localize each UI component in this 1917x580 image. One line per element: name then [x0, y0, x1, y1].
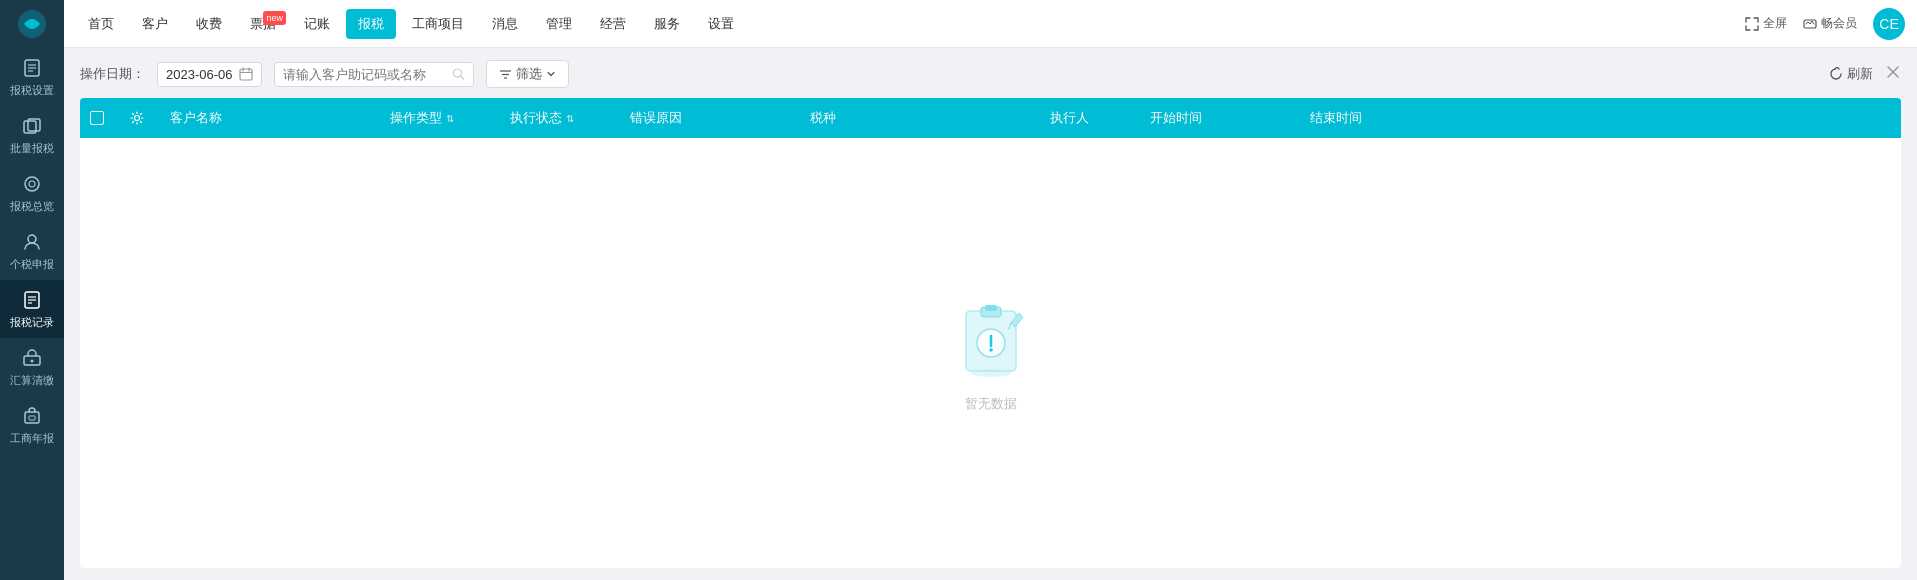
sidebar-logo — [0, 0, 64, 48]
sidebar: 报税设置 批量报税 报税总览 个税申报 — [0, 0, 64, 580]
th-tax-type: 税种 — [800, 109, 1040, 127]
select-all-checkbox[interactable] — [90, 111, 104, 125]
nav-customer[interactable]: 客户 — [130, 9, 180, 39]
sidebar-item-baoshui-shezhi[interactable]: 报税设置 — [0, 48, 64, 106]
huisuan-jiaona-icon — [20, 346, 44, 370]
svg-line-24 — [460, 76, 463, 79]
data-table: 客户名称 操作类型 ⇅ 执行状态 ⇅ 错误原因 税种 执行人 — [80, 98, 1901, 568]
date-label: 操作日期： — [80, 65, 145, 83]
chevron-down-icon — [546, 69, 556, 79]
sidebar-item-huisuan-jiaona[interactable]: 汇算清缴 — [0, 338, 64, 396]
sidebar-item-label: 汇算清缴 — [10, 373, 54, 388]
sidebar-item-geshui-shenbao[interactable]: 个税申报 — [0, 222, 64, 280]
nav-shezhi[interactable]: 设置 — [696, 9, 746, 39]
calendar-icon — [239, 67, 253, 81]
refresh-label: 刷新 — [1847, 65, 1873, 83]
sidebar-item-piliang-baoshui[interactable]: 批量报税 — [0, 106, 64, 164]
search-icon — [452, 67, 465, 81]
th-settings[interactable] — [120, 111, 160, 125]
th-operation-type[interactable]: 操作类型 ⇅ — [380, 109, 500, 127]
th-customer-name: 客户名称 — [160, 109, 380, 127]
sidebar-item-label: 批量报税 — [10, 141, 54, 156]
sidebar-item-label: 个税申报 — [10, 257, 54, 272]
nav-jingying[interactable]: 经营 — [588, 9, 638, 39]
fullscreen-icon — [1745, 17, 1759, 31]
nav-baoshui[interactable]: 报税 — [346, 9, 396, 39]
sort-icon: ⇅ — [566, 113, 574, 124]
topnav-right: 全屏 畅会员 CE — [1745, 8, 1905, 40]
th-error-reason: 错误原因 — [620, 109, 800, 127]
nav-home[interactable]: 首页 — [76, 9, 126, 39]
close-icon — [1885, 64, 1901, 80]
toolbar: 操作日期： 2023-06-06 — [80, 60, 1901, 88]
baoshui-jilu-icon — [20, 288, 44, 312]
th-checkbox[interactable] — [80, 111, 120, 125]
vip-icon — [1803, 17, 1817, 31]
svg-point-38 — [971, 369, 1011, 377]
sidebar-item-label: 报税总览 — [10, 199, 54, 214]
table-header: 客户名称 操作类型 ⇅ 执行状态 ⇅ 错误原因 税种 执行人 — [80, 98, 1901, 138]
empty-state: 暂无数据 — [951, 293, 1031, 413]
new-badge: new — [263, 11, 286, 25]
nav-shoufei[interactable]: 收费 — [184, 9, 234, 39]
sidebar-item-gongshang-nianbao[interactable]: 工商年报 — [0, 396, 64, 454]
nav-xiaoxi[interactable]: 消息 — [480, 9, 530, 39]
svg-point-36 — [989, 348, 993, 352]
table-body: 暂无数据 — [80, 138, 1901, 568]
sidebar-item-label: 工商年报 — [10, 431, 54, 446]
refresh-icon — [1829, 67, 1843, 81]
sidebar-item-label: 报税设置 — [10, 83, 54, 98]
search-input[interactable] — [283, 67, 448, 82]
svg-point-9 — [28, 235, 36, 243]
nav-piaoju[interactable]: 票据 new — [238, 9, 288, 39]
toolbar-right: 刷新 — [1829, 64, 1901, 84]
svg-point-15 — [31, 360, 34, 363]
th-executor: 执行人 — [1040, 109, 1140, 127]
nav-guanli[interactable]: 管理 — [534, 9, 584, 39]
search-box[interactable] — [274, 62, 474, 87]
piliang-baoshui-icon — [20, 114, 44, 138]
th-start-time: 开始时间 — [1140, 109, 1300, 127]
nav-items: 首页 客户 收费 票据 new 记账 报税 工商项目 消息 — [76, 9, 1745, 39]
avatar[interactable]: CE — [1873, 8, 1905, 40]
svg-point-7 — [25, 177, 39, 191]
date-picker[interactable]: 2023-06-06 — [157, 62, 262, 87]
svg-rect-33 — [985, 305, 997, 311]
baoshui-shezhi-icon — [20, 56, 44, 80]
sidebar-item-baoshui-jilu[interactable]: 报税记录 — [0, 280, 64, 338]
page-content: 操作日期： 2023-06-06 — [64, 48, 1917, 580]
refresh-button[interactable]: 刷新 — [1829, 65, 1873, 83]
svg-rect-17 — [29, 416, 35, 420]
filter-label: 筛选 — [516, 65, 542, 83]
vip-button[interactable]: 畅会员 — [1803, 15, 1857, 32]
sidebar-item-baoshui-zonlan[interactable]: 报税总览 — [0, 164, 64, 222]
nav-gongshang[interactable]: 工商项目 — [400, 9, 476, 39]
geshui-shenbao-icon — [20, 230, 44, 254]
svg-rect-16 — [25, 412, 39, 423]
fullscreen-button[interactable]: 全屏 — [1745, 15, 1787, 32]
empty-text: 暂无数据 — [965, 395, 1017, 413]
sort-icon: ⇅ — [446, 113, 454, 124]
nav-jizhang[interactable]: 记账 — [292, 9, 342, 39]
th-exec-status[interactable]: 执行状态 ⇅ — [500, 109, 620, 127]
svg-point-8 — [29, 181, 35, 187]
baoshui-zonlan-icon — [20, 172, 44, 196]
column-settings-icon — [130, 111, 144, 125]
svg-rect-19 — [240, 69, 252, 80]
empty-illustration — [951, 293, 1031, 383]
main-area: 首页 客户 收费 票据 new 记账 报税 工商项目 消息 — [64, 0, 1917, 580]
close-button[interactable] — [1885, 64, 1901, 84]
top-navigation: 首页 客户 收费 票据 new 记账 报税 工商项目 消息 — [64, 0, 1917, 48]
gongshang-nianbao-icon — [20, 404, 44, 428]
filter-icon — [499, 68, 512, 81]
svg-point-30 — [135, 116, 140, 121]
th-end-time: 结束时间 — [1300, 109, 1460, 127]
date-value: 2023-06-06 — [166, 67, 233, 82]
sidebar-item-label: 报税记录 — [10, 315, 54, 330]
filter-button[interactable]: 筛选 — [486, 60, 569, 88]
nav-fuwu[interactable]: 服务 — [642, 9, 692, 39]
